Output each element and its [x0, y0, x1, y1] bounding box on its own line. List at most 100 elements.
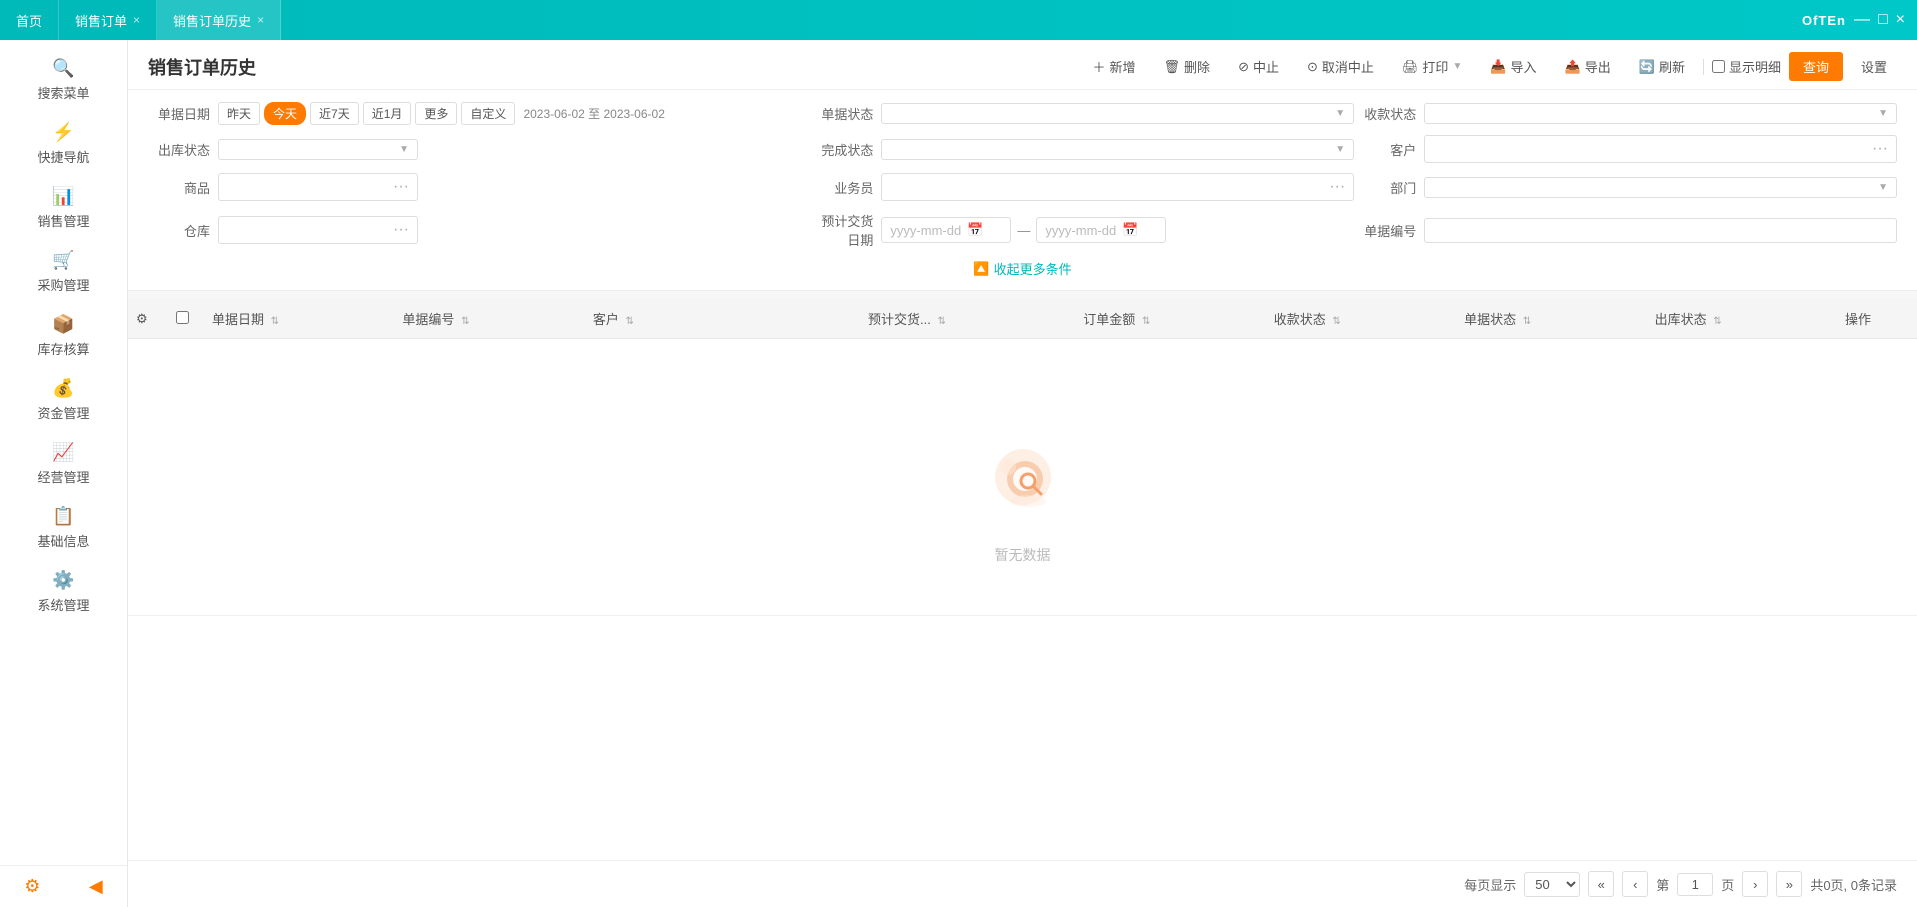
- product-select[interactable]: ···: [218, 173, 418, 201]
- window-expand-btn[interactable]: □: [1878, 11, 1888, 29]
- bill-number-input[interactable]: [1424, 218, 1897, 243]
- filter-section-product: 商品 ···: [148, 173, 811, 201]
- export-button[interactable]: 📤 导出: [1555, 52, 1621, 81]
- filter-area: 单据日期 昨天 今天 近7天 近1月 更多 自定义 2023-06-02 至 2…: [128, 90, 1917, 291]
- bill-number-label: 单据编号: [1354, 221, 1424, 240]
- date-7days-btn[interactable]: 近7天: [310, 102, 359, 125]
- empty-text: 暂无数据: [995, 545, 1051, 565]
- col-date-sort-icon: ⇅: [271, 316, 279, 327]
- date-custom-btn[interactable]: 自定义: [461, 102, 515, 125]
- sidebar-item-purchase[interactable]: 🛒 采购管理: [0, 240, 127, 304]
- display-toggle-checkbox[interactable]: [1712, 60, 1725, 73]
- select-all-checkbox[interactable]: [176, 311, 189, 324]
- stop-label: 中止: [1253, 57, 1279, 76]
- sidebar-item-inventory[interactable]: 📦 库存核算: [0, 304, 127, 368]
- outbound-select[interactable]: ▼: [218, 139, 418, 160]
- prev-page-btn[interactable]: ‹: [1622, 871, 1648, 897]
- department-select[interactable]: ▼: [1424, 177, 1897, 198]
- sidebar-settings-icon[interactable]: ⚙: [24, 876, 40, 897]
- col-customer-sort-icon: ⇅: [625, 316, 633, 327]
- col-outbound-header[interactable]: 出库状态 ⇅: [1647, 299, 1837, 339]
- product-dots-icon[interactable]: ···: [393, 178, 409, 196]
- stop-button[interactable]: ⊘ 中止: [1228, 52, 1289, 81]
- col-number-header[interactable]: 单据编号 ⇅: [394, 299, 584, 339]
- add-button[interactable]: ＋ 新增: [1083, 52, 1146, 81]
- refresh-icon: 🔄: [1639, 59, 1655, 75]
- sidebar-item-operations[interactable]: 📈 经营管理: [0, 432, 127, 496]
- col-delivery-header[interactable]: 预计交货... ⇅: [860, 299, 1075, 339]
- calendar-to-icon[interactable]: 📅: [1122, 222, 1138, 238]
- tab-sales-order[interactable]: 销售订单 ×: [59, 0, 157, 40]
- tab-sales-order-label: 销售订单: [75, 11, 127, 30]
- payment-status-select[interactable]: ▼: [1424, 103, 1897, 124]
- next-page-btn[interactable]: ›: [1742, 871, 1768, 897]
- date-yesterday-btn[interactable]: 昨天: [218, 102, 260, 125]
- last-page-btn[interactable]: »: [1776, 871, 1802, 897]
- tab-sales-order-close[interactable]: ×: [133, 13, 140, 27]
- col-settings[interactable]: ⚙: [128, 299, 168, 339]
- first-page-btn[interactable]: «: [1588, 871, 1614, 897]
- sidebar-item-system[interactable]: ⚙️ 系统管理: [0, 560, 127, 624]
- delivery-date-to-placeholder: yyyy-mm-dd: [1045, 223, 1116, 238]
- export-label: 导出: [1585, 57, 1611, 76]
- col-date-header[interactable]: 单据日期 ⇅: [204, 299, 394, 339]
- page-size-label: 每页显示: [1464, 875, 1516, 894]
- empty-state-row: 暂无数据: [128, 339, 1917, 616]
- col-check[interactable]: [168, 299, 204, 339]
- tab-sales-history[interactable]: 销售订单历史 ×: [157, 0, 281, 40]
- sidebar-collapse-icon[interactable]: ◀: [89, 876, 103, 897]
- bill-status-select[interactable]: ▼: [881, 103, 1354, 124]
- calendar-from-icon[interactable]: 📅: [967, 222, 983, 238]
- sidebar-item-search[interactable]: 🔍 搜索菜单: [0, 48, 127, 112]
- sidebar-item-finance[interactable]: 💰 资金管理: [0, 368, 127, 432]
- filter-settings-button[interactable]: 设置: [1851, 52, 1897, 81]
- filter-section-complete: 完成状态 ▼: [811, 139, 1354, 160]
- customer-dots-icon[interactable]: ···: [1872, 140, 1888, 158]
- page-size-select[interactable]: 50 100 200: [1524, 872, 1580, 897]
- table-header-row: ⚙ 单据日期 ⇅ 单据编号 ⇅: [128, 299, 1917, 339]
- date-label: 单据日期: [148, 104, 218, 123]
- tab-home[interactable]: 首页: [0, 0, 59, 40]
- complete-select[interactable]: ▼: [881, 139, 1354, 160]
- page-input[interactable]: [1677, 873, 1713, 896]
- print-icon: 🖨: [1402, 59, 1419, 75]
- salesperson-dots-icon[interactable]: ···: [1329, 178, 1345, 196]
- tab-sales-history-close[interactable]: ×: [257, 13, 264, 27]
- sidebar-item-sales[interactable]: 📊 销售管理: [0, 176, 127, 240]
- warehouse-dots-icon[interactable]: ···: [393, 221, 409, 239]
- window-close-btn[interactable]: ×: [1896, 11, 1905, 29]
- table-area: ⚙ 单据日期 ⇅ 单据编号 ⇅: [128, 299, 1917, 860]
- refresh-button[interactable]: 🔄 刷新: [1629, 52, 1695, 81]
- salesperson-select[interactable]: ···: [881, 173, 1354, 201]
- display-toggle[interactable]: 显示明细: [1712, 57, 1781, 76]
- cancel-stop-button[interactable]: ⊙ 取消中止: [1297, 52, 1384, 81]
- window-minimize-btn[interactable]: —: [1854, 11, 1870, 29]
- filter-section-customer: 客户 ···: [1354, 135, 1897, 163]
- col-amount-header[interactable]: 订单金额 ⇅: [1075, 299, 1265, 339]
- col-customer-header[interactable]: 客户 ⇅: [585, 299, 860, 339]
- sidebar-bottom: ⚙ ◀: [0, 865, 127, 907]
- col-payment-status-header[interactable]: 收款状态 ⇅: [1266, 299, 1456, 339]
- sidebar-item-basic-info[interactable]: 📋 基础信息: [0, 496, 127, 560]
- delivery-date-to[interactable]: yyyy-mm-dd 📅: [1036, 217, 1166, 243]
- collapse-btn[interactable]: 🔼 收起更多条件: [148, 259, 1897, 278]
- date-more-btn[interactable]: 更多: [415, 102, 457, 125]
- table-settings-icon[interactable]: ⚙: [136, 311, 148, 326]
- delivery-date-from[interactable]: yyyy-mm-dd 📅: [881, 217, 1011, 243]
- warehouse-select[interactable]: ···: [218, 216, 418, 244]
- delete-button[interactable]: 🗑 删除: [1154, 52, 1221, 81]
- date-today-btn[interactable]: 今天: [264, 102, 306, 125]
- customer-select[interactable]: ···: [1424, 135, 1897, 163]
- print-button[interactable]: 🖨 打印 ▼: [1392, 52, 1472, 81]
- sidebar-item-quicknav[interactable]: ⚡ 快捷导航: [0, 112, 127, 176]
- import-icon: 📥: [1490, 59, 1506, 75]
- delete-icon: 🗑: [1164, 59, 1181, 75]
- complete-label: 完成状态: [811, 140, 881, 159]
- query-button[interactable]: 查询: [1789, 52, 1843, 81]
- import-button[interactable]: 📥 导入: [1480, 52, 1546, 81]
- sidebar-item-system-label: 系统管理: [37, 595, 89, 614]
- delivery-date-label: 预计交货日期: [811, 211, 881, 249]
- filter-section-bill-number: 单据编号: [1354, 218, 1897, 243]
- date-1month-btn[interactable]: 近1月: [363, 102, 412, 125]
- col-bill-status-header[interactable]: 单据状态 ⇅: [1456, 299, 1646, 339]
